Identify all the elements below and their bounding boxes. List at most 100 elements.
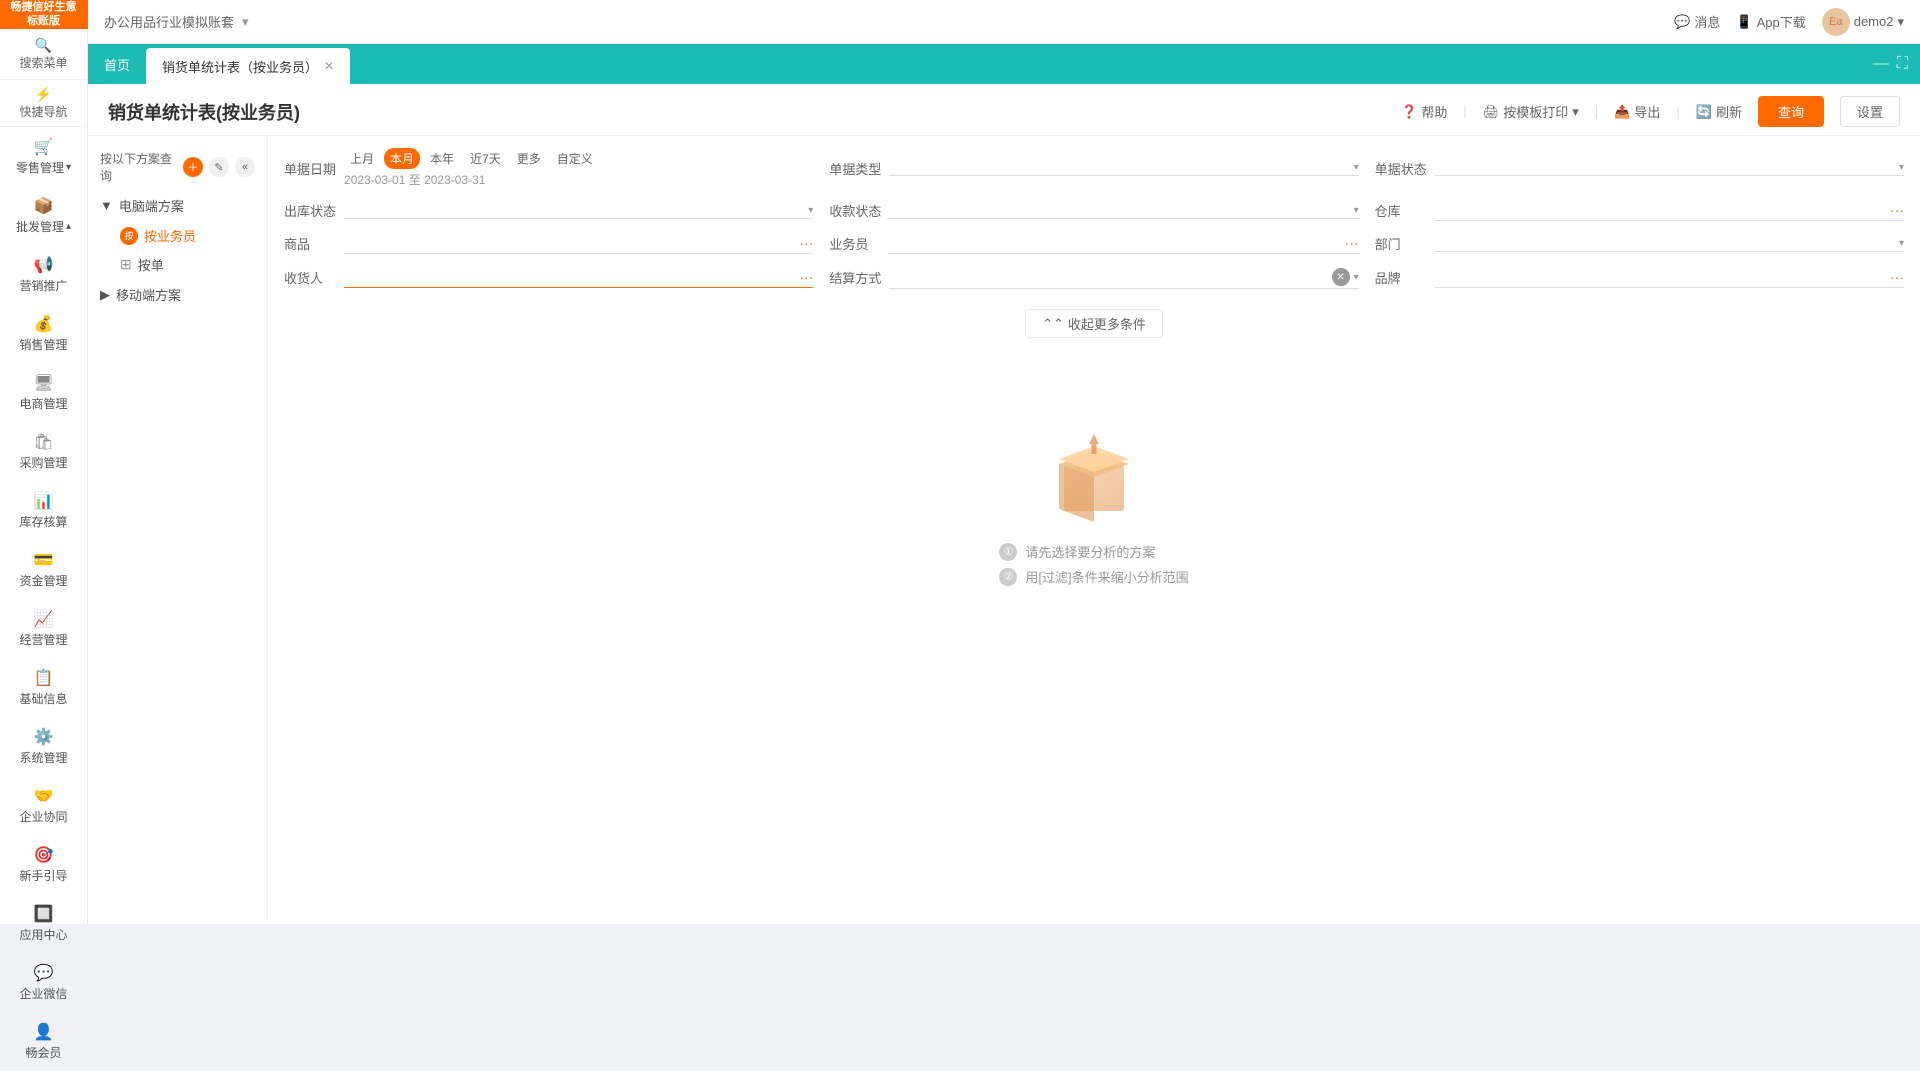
sidebar-item-operation[interactable]: 📈 经营管理: [0, 599, 87, 658]
search-menu[interactable]: 🔍 搜索菜单: [0, 29, 87, 80]
sidebar-item-wechat[interactable]: 💬 企业微信: [0, 953, 87, 1012]
sidebar-item-appstore[interactable]: 🔲 应用中心: [0, 894, 87, 953]
add-scheme-btn[interactable]: ＋: [183, 157, 203, 177]
filter-date: 单据日期 上月 本月 本年 近7天 更多 自定义: [284, 148, 813, 188]
tab-sales-report[interactable]: 销货单统计表（按业务员） ✕: [146, 48, 350, 84]
department-dropdown-icon: ▾: [1899, 238, 1904, 249]
tab-home[interactable]: 首页: [88, 44, 146, 84]
date-tab-this-year[interactable]: 本年: [424, 148, 460, 169]
pay-status-dropdown-icon: ▾: [1354, 205, 1359, 216]
tip-num-2: ②: [999, 568, 1017, 586]
header-sep-2: |: [1595, 104, 1598, 119]
salesperson-input-wrapper[interactable]: ···: [889, 233, 1358, 254]
tab-minimize-icon[interactable]: —: [1873, 55, 1889, 73]
app-logo: 畅捷信好生意 标账版: [0, 0, 88, 29]
operation-icon: 📈: [34, 609, 54, 629]
header-sep-1: |: [1463, 104, 1466, 119]
collapse-label: 收起更多条件: [1068, 314, 1146, 333]
goods-dots[interactable]: ···: [799, 235, 813, 251]
sidebar-item-sales[interactable]: 💰 销售管理: [0, 304, 87, 363]
out-status-dropdown-icon: ▾: [808, 205, 813, 216]
query-button[interactable]: 查询: [1758, 96, 1824, 127]
sidebar-item-retail[interactable]: 🛒 零售管理 ▾: [0, 127, 87, 186]
sidebar-item-purchase[interactable]: 🛍 采购管理: [0, 422, 87, 481]
sidebar-item-finance[interactable]: 💳 资金管理: [0, 540, 87, 599]
help-icon: ❓: [1401, 104, 1417, 120]
user-menu[interactable]: Ea demo2 ▾: [1822, 8, 1904, 36]
message-btn[interactable]: 💬 消息: [1674, 12, 1720, 31]
left-panel-title: 按以下方案查询: [100, 150, 183, 184]
tab-expand-icon[interactable]: ⛶: [1897, 55, 1908, 73]
quick-nav[interactable]: ⚡ 快捷导航: [0, 80, 87, 127]
page-title: 销货单统计表(按业务员): [108, 99, 300, 125]
filter-doc-type: 单据类型 ▾: [829, 148, 1358, 188]
warehouse-input-wrapper[interactable]: ···: [1435, 200, 1904, 221]
marketing-icon: 📢: [34, 255, 54, 275]
breadcrumb-dropdown-icon[interactable]: ▾: [242, 14, 249, 30]
collapse-arrow-icon: ⌃⌃: [1042, 316, 1064, 332]
help-btn[interactable]: ❓ 帮助: [1401, 102, 1447, 121]
main-content: 办公用品行业模拟账套 ▾ 💬 消息 📱 App下载 Ea demo2 ▾ 首: [88, 0, 1920, 924]
sidebar-item-member[interactable]: 👤 畅会员: [0, 1012, 87, 1071]
sidebar-item-marketing[interactable]: 📢 营销推广: [0, 245, 87, 304]
sidebar-item-enterprise[interactable]: 🤝 企业协同: [0, 776, 87, 835]
left-panel-icons: ＋ ✎ «: [183, 157, 255, 177]
tree-sub-item-order[interactable]: ⊞ 按单: [88, 250, 267, 279]
doc-status-input-wrapper[interactable]: ▾: [1435, 160, 1904, 176]
consignee-input-wrapper[interactable]: ···: [344, 267, 813, 288]
date-tab-this-month[interactable]: 本月: [384, 148, 420, 169]
collapse-panel-btn[interactable]: «: [235, 157, 255, 177]
print-btn[interactable]: 🖨 按模板打印 ▾: [1483, 102, 1579, 121]
refresh-btn[interactable]: 🔄 刷新: [1696, 102, 1742, 121]
collapse-btn[interactable]: ⌃⌃ 收起更多条件: [1025, 309, 1163, 338]
date-tab-custom[interactable]: 自定义: [551, 148, 599, 169]
sidebar-item-system[interactable]: ⚙️ 系统管理: [0, 717, 87, 776]
date-tab-more[interactable]: 更多: [511, 148, 547, 169]
set-button[interactable]: 设置: [1840, 96, 1900, 127]
warehouse-dots[interactable]: ···: [1890, 202, 1904, 218]
filter-goods: 商品 ···: [284, 233, 813, 254]
sidebar-item-wholesale[interactable]: 📦 批发管理 ▴: [0, 186, 87, 245]
settlement-value: [889, 275, 1331, 279]
date-tab-last-month[interactable]: 上月: [344, 148, 380, 169]
brand-input-wrapper[interactable]: ···: [1435, 267, 1904, 288]
empty-tip-1: ① 请先选择要分析的方案: [999, 542, 1188, 561]
warehouse-value: [1435, 208, 1890, 212]
tab-close-icon[interactable]: ✕: [324, 59, 334, 73]
date-range-text: 2023-03-01 至 2023-03-31: [344, 171, 813, 188]
doc-type-value: [889, 166, 1353, 170]
empty-state: ① 请先选择要分析的方案 ② 用[过滤]条件来缩小分析范围: [268, 346, 1920, 666]
tree-item-mobile[interactable]: ▶ 移动端方案: [88, 279, 267, 310]
sidebar-item-basic[interactable]: 📋 基础信息: [0, 658, 87, 717]
department-value: [1435, 241, 1899, 245]
department-label: 部门: [1375, 234, 1427, 253]
tree-item-pc[interactable]: ▼ 电脑端方案: [88, 190, 267, 221]
edit-scheme-btn[interactable]: ✎: [209, 157, 229, 177]
pay-status-label: 收款状态: [829, 201, 881, 220]
tree-sub-item-salesperson[interactable]: 按 按业务员: [88, 221, 267, 250]
sidebar: 畅捷信好生意 标账版 🔍 搜索菜单 ⚡ 快捷导航 🛒 零售管理 ▾ 📦 批发管理…: [0, 0, 88, 924]
settlement-input-wrapper[interactable]: ✕ ▾: [889, 266, 1358, 289]
content-body: 按以下方案查询 ＋ ✎ « ▼ 电脑端方案 按 按业务员: [88, 136, 1920, 920]
collapse-row: ⌃⌃ 收起更多条件: [284, 301, 1904, 346]
pay-status-value: [889, 208, 1353, 212]
doc-type-input-wrapper[interactable]: ▾: [889, 160, 1358, 176]
brand-dots[interactable]: ···: [1890, 269, 1904, 285]
goods-input-wrapper[interactable]: ···: [344, 233, 813, 254]
out-status-input-wrapper[interactable]: ▾: [344, 203, 813, 219]
settlement-clear-btn[interactable]: ✕: [1332, 268, 1350, 286]
department-input-wrapper[interactable]: ▾: [1435, 236, 1904, 252]
salesperson-dots[interactable]: ···: [1345, 235, 1359, 251]
right-content: 单据日期 上月 本月 本年 近7天 更多 自定义: [268, 136, 1920, 920]
date-tab-last7[interactable]: 近7天: [464, 148, 507, 169]
pay-status-input-wrapper[interactable]: ▾: [889, 203, 1358, 219]
sidebar-item-newuser[interactable]: 🎯 新手引导: [0, 835, 87, 894]
settlement-dropdown-icon: ▾: [1354, 272, 1359, 283]
sidebar-item-ecommerce[interactable]: 🖥 电商管理: [0, 363, 87, 422]
date-label: 单据日期: [284, 159, 336, 178]
consignee-dots[interactable]: ···: [799, 269, 813, 285]
export-btn[interactable]: 📤 导出: [1614, 102, 1660, 121]
app-download-btn[interactable]: 📱 App下载: [1736, 12, 1805, 31]
sidebar-item-inventory[interactable]: 📊 库存核算: [0, 481, 87, 540]
retail-icon: 🛒: [34, 137, 54, 157]
